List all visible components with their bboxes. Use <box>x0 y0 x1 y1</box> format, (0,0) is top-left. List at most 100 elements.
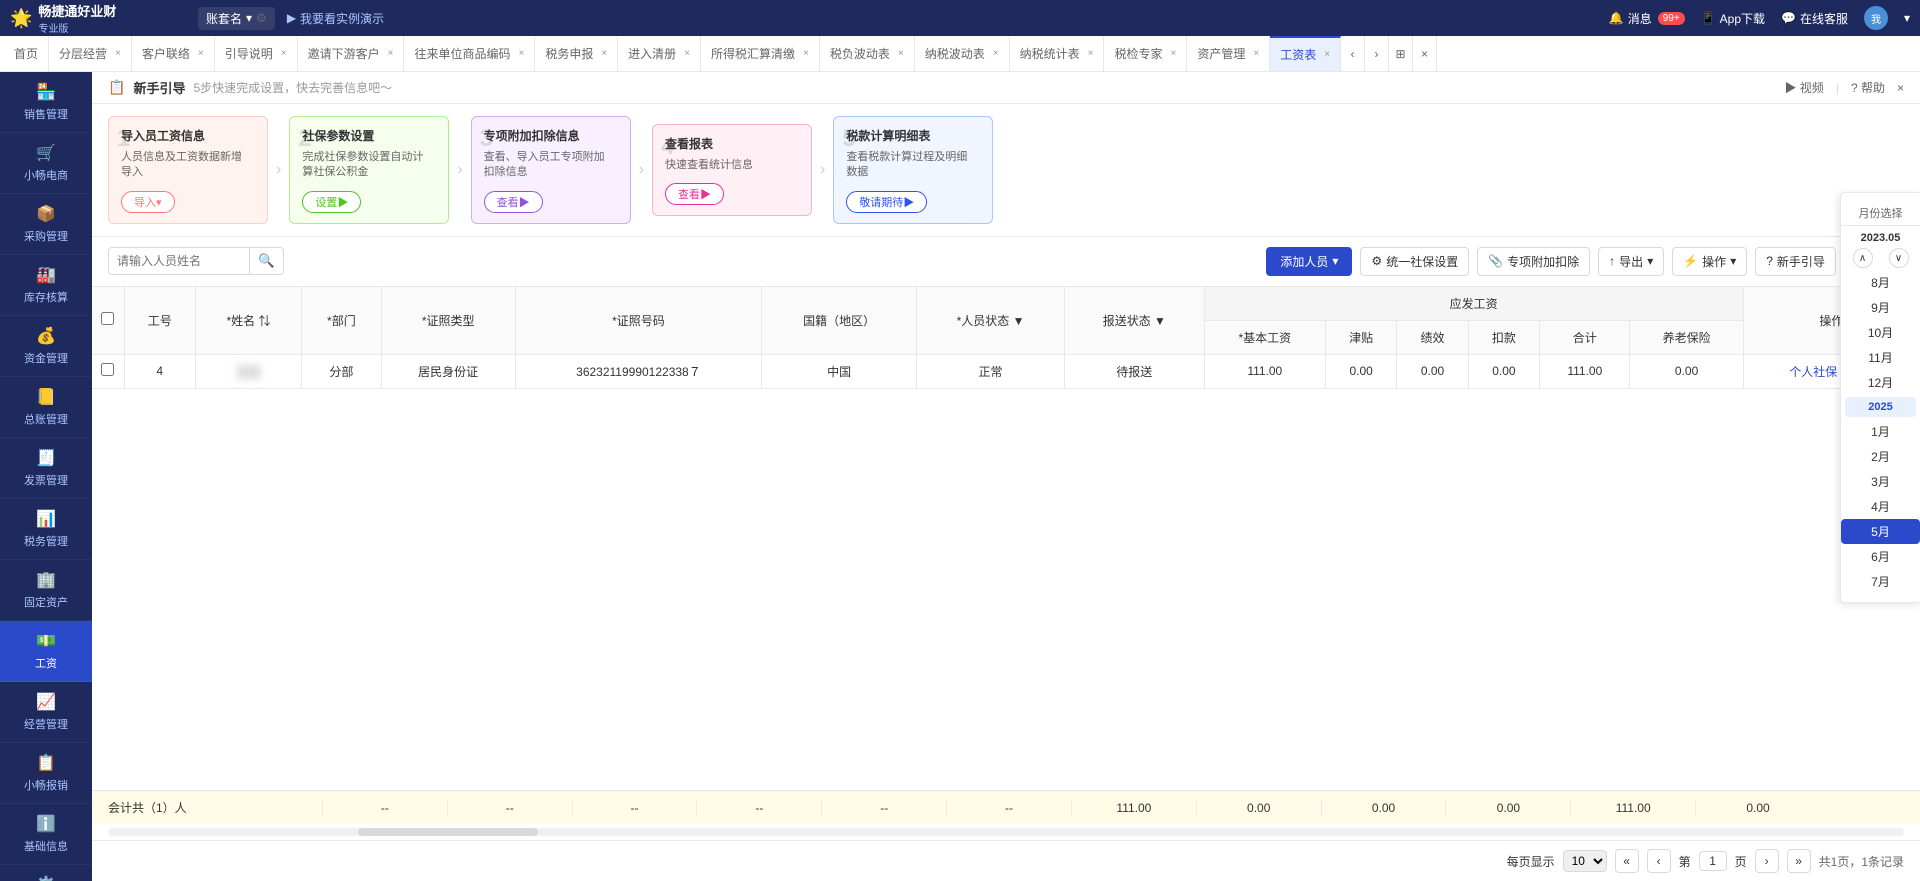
month-8[interactable]: 8月 <box>1841 270 1920 295</box>
last-page-btn[interactable]: » <box>1787 849 1811 873</box>
gear-icon[interactable]: ⚙ <box>256 11 267 25</box>
step-3-btn[interactable]: 查看▶ <box>484 191 543 213</box>
month-6[interactable]: 6月 <box>1841 544 1920 569</box>
export-icon: ↑ <box>1609 254 1615 268</box>
tab-close-icon[interactable]: × <box>601 48 607 59</box>
tab-asset[interactable]: 资产管理 × <box>1187 36 1270 72</box>
month-9[interactable]: 9月 <box>1841 295 1920 320</box>
tab-tax-report[interactable]: 税务申报 × <box>535 36 618 72</box>
export-btn[interactable]: ↑ 导出 ▾ <box>1598 247 1664 276</box>
sidebar-item-fixed-assets[interactable]: 🏢 固定资产 <box>0 560 92 621</box>
sidebar-item-basic-info[interactable]: ℹ️ 基础信息 <box>0 804 92 865</box>
month-11[interactable]: 11月 <box>1841 345 1920 370</box>
sidebar-item-sales[interactable]: 🏪 销售管理 <box>0 72 92 133</box>
tab-guide[interactable]: 引导说明 × <box>215 36 298 72</box>
sidebar-item-salary[interactable]: 💵 工资 <box>0 621 92 682</box>
app-download-btn[interactable]: 📱 App下载 <box>1701 10 1765 27</box>
month-3[interactable]: 3月 <box>1841 469 1920 494</box>
next-page-btn[interactable]: › <box>1755 849 1779 873</box>
tab-close-icon[interactable]: × <box>993 48 999 59</box>
tab-tax-dong[interactable]: 纳税波动表 × <box>915 36 1010 72</box>
month-10[interactable]: 10月 <box>1841 320 1920 345</box>
sidebar-item-tax[interactable]: 📊 税务管理 <box>0 499 92 560</box>
search-input[interactable] <box>109 249 249 273</box>
tab-close-icon[interactable]: × <box>388 48 394 59</box>
tab-close-icon[interactable]: × <box>1253 48 1259 59</box>
sidebar-item-ledger[interactable]: 📒 总账管理 <box>0 377 92 438</box>
month-7[interactable]: 7月 <box>1841 569 1920 594</box>
tab-tax-expert[interactable]: 税检专家 × <box>1104 36 1187 72</box>
sidebar-item-sys-mgmt[interactable]: ⚙️ 系统管理 <box>0 865 92 881</box>
page-number[interactable]: 1 <box>1699 851 1727 871</box>
step-2-btn[interactable]: 设置▶ <box>302 191 361 213</box>
tab-close-icon[interactable]: × <box>1324 49 1330 60</box>
tab-salary[interactable]: 工资表 × <box>1270 36 1341 72</box>
sidebar-item-purchase[interactable]: 📦 采购管理 <box>0 194 92 255</box>
newbie-guide-btn[interactable]: ? 新手引导 <box>1755 247 1836 276</box>
prev-page-btn[interactable]: ‹ <box>1647 849 1671 873</box>
sidebar-item-inventory[interactable]: 🏭 库存核算 <box>0 255 92 316</box>
horizontal-scrollbar[interactable] <box>92 824 1920 840</box>
social-insurance-action-btn[interactable]: 个人社保 <box>1789 363 1837 380</box>
step-4-btn[interactable]: 查看▶ <box>665 183 724 205</box>
tab-goods-code[interactable]: 往来单位商品编码 × <box>404 36 535 72</box>
select-all-checkbox[interactable] <box>101 312 114 325</box>
sidebar-item-invoice[interactable]: 🧾 发票管理 <box>0 438 92 499</box>
sidebar-item-operations[interactable]: 📈 经营管理 <box>0 682 92 743</box>
month-4[interactable]: 4月 <box>1841 494 1920 519</box>
message-badge: 99+ <box>1658 12 1685 25</box>
filter-icon[interactable]: ▼ <box>1013 314 1025 328</box>
first-page-btn[interactable]: « <box>1615 849 1639 873</box>
step-5-title: 税款计算明细表 <box>846 127 980 144</box>
social-insurance-btn[interactable]: ⚙ 统一社保设置 <box>1360 247 1469 276</box>
help-link[interactable]: ? 帮助 <box>1851 79 1885 96</box>
step-1-btn[interactable]: 导入▾ <box>121 191 175 213</box>
tab-close-icon[interactable]: × <box>518 48 524 59</box>
tab-close-icon[interactable]: × <box>684 48 690 59</box>
user-avatar[interactable]: 我 <box>1864 6 1888 30</box>
online-service-btn[interactable]: 💬 在线客服 <box>1781 10 1848 27</box>
month-2[interactable]: 2月 <box>1841 444 1920 469</box>
tab-prev-btn[interactable]: ‹ <box>1341 36 1365 72</box>
account-selector[interactable]: 账套名 ▾ ⚙ <box>198 7 275 30</box>
month-1[interactable]: 1月 <box>1841 419 1920 444</box>
step-5-btn[interactable]: 敬请期待▶ <box>846 191 927 213</box>
add-person-btn[interactable]: 添加人员 ▾ <box>1266 247 1352 276</box>
row-checkbox[interactable] <box>101 363 114 376</box>
tab-menu-btn[interactable]: ⊞ <box>1389 36 1413 72</box>
tab-invite[interactable]: 邀请下游客户 × <box>298 36 405 72</box>
month-next-btn[interactable]: ∨ <box>1889 248 1909 268</box>
demo-link[interactable]: ▶ 我要看实例演示 <box>287 10 384 27</box>
sidebar-item-finance[interactable]: 💰 资金管理 <box>0 316 92 377</box>
special-deduction-btn[interactable]: 📎 专项附加扣除 <box>1477 247 1590 276</box>
tab-close-icon[interactable]: × <box>115 48 121 59</box>
report-filter-icon[interactable]: ▼ <box>1154 314 1166 328</box>
tab-close-icon[interactable]: × <box>198 48 204 59</box>
operations-btn[interactable]: ⚡ 操作 ▾ <box>1672 247 1747 276</box>
tab-close-icon[interactable]: × <box>898 48 904 59</box>
tab-close-icon[interactable]: × <box>1088 48 1094 59</box>
user-menu-icon[interactable]: ▾ <box>1904 11 1910 25</box>
guide-close-btn[interactable]: × <box>1897 81 1904 95</box>
tab-home[interactable]: 首页 <box>4 36 49 72</box>
tab-close-icon[interactable]: × <box>1170 48 1176 59</box>
per-page-select[interactable]: 10 20 50 <box>1563 850 1607 872</box>
tab-tax-calc[interactable]: 所得税汇算清缴 × <box>701 36 820 72</box>
tab-close-icon[interactable]: × <box>803 48 809 59</box>
message-btn[interactable]: 🔔 消息 99+ <box>1609 10 1685 27</box>
month-5[interactable]: 5月 <box>1841 519 1920 544</box>
month-prev-btn[interactable]: ∧ <box>1853 248 1873 268</box>
tab-tax-stat[interactable]: 纳税统计表 × <box>1010 36 1105 72</box>
tab-close-all-btn[interactable]: × <box>1413 36 1437 72</box>
tab-next-btn[interactable]: › <box>1365 36 1389 72</box>
tab-kehu[interactable]: 客户联络 × <box>132 36 215 72</box>
tab-fenceng[interactable]: 分层经营 × <box>49 36 132 72</box>
search-button[interactable]: 🔍 <box>249 248 283 274</box>
tab-tax-wave[interactable]: 税负波动表 × <box>820 36 915 72</box>
tab-qingshu[interactable]: 进入清册 × <box>618 36 701 72</box>
month-12[interactable]: 12月 <box>1841 370 1920 395</box>
tab-close-icon[interactable]: × <box>281 48 287 59</box>
sidebar-item-ecommerce[interactable]: 🛒 小畅电商 <box>0 133 92 194</box>
video-link[interactable]: ▶ 视频 <box>1784 79 1823 96</box>
sidebar-item-report[interactable]: 📋 小畅报销 <box>0 743 92 804</box>
